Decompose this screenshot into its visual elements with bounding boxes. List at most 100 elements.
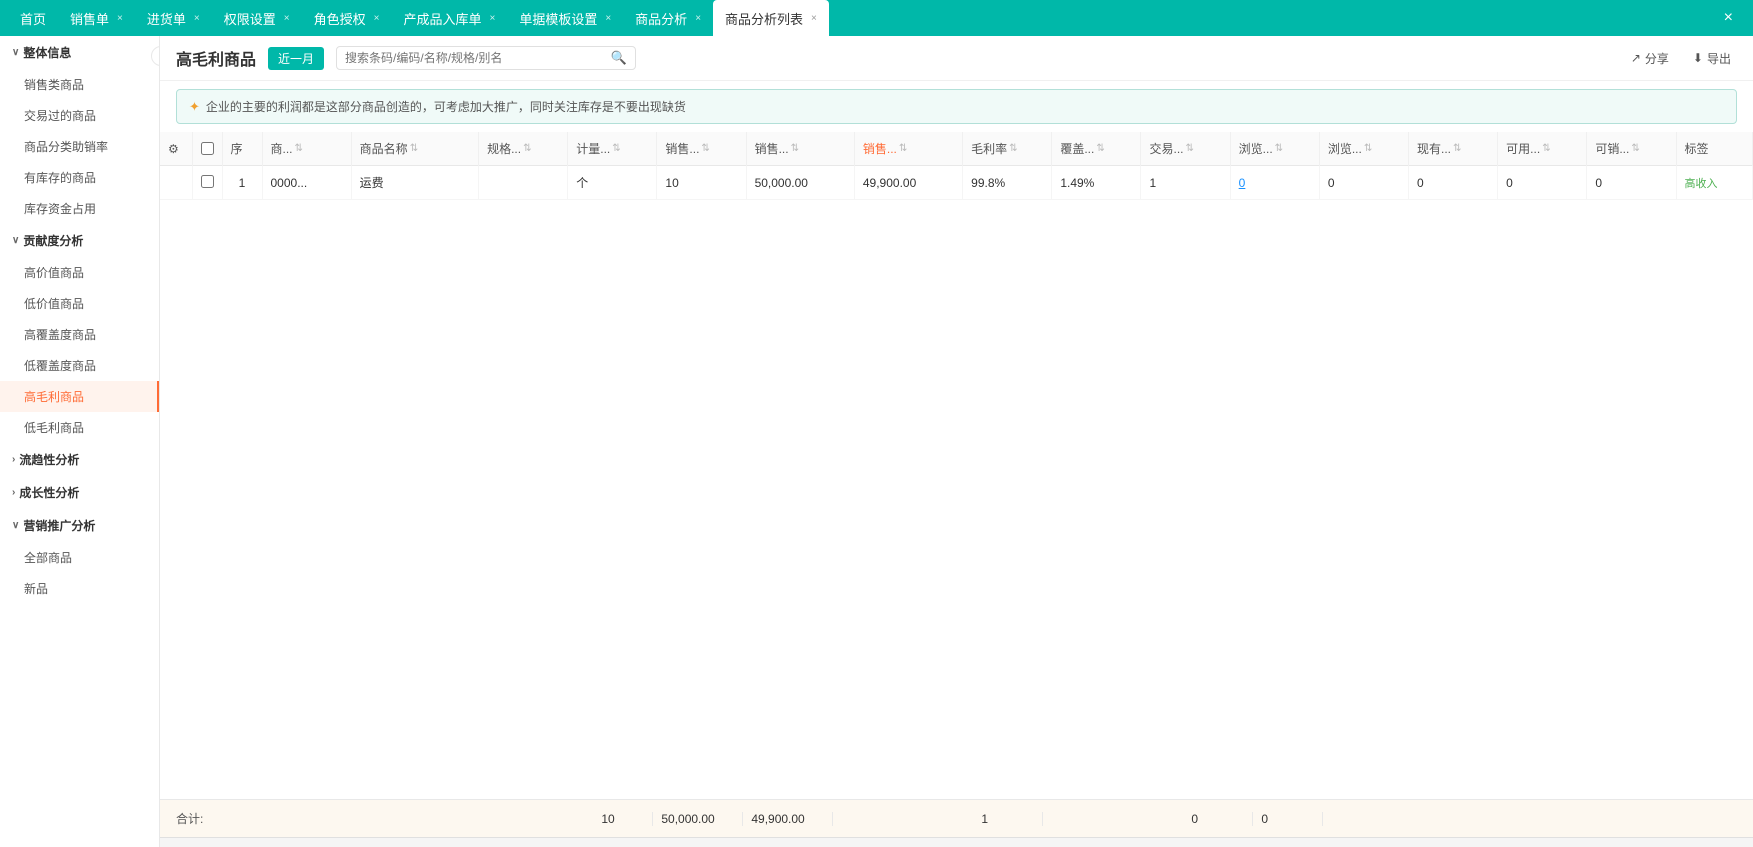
th-stock2[interactable]: 可用... ⇅ — [1498, 132, 1587, 166]
sort-icon-unit: ⇅ — [612, 143, 620, 154]
th-unit[interactable]: 计量... ⇅ — [568, 132, 657, 166]
th-code[interactable]: 商... ⇅ — [262, 132, 351, 166]
sidebar-item-high-coverage[interactable]: 高覆盖度商品 — [0, 319, 159, 350]
td-stock1: 0 — [1409, 166, 1498, 200]
nav-role-auth[interactable]: 角色授权 × — [302, 0, 392, 36]
sidebar-section-marketing[interactable]: ∨ 营销推广分析 — [0, 509, 159, 542]
nav-product-instock[interactable]: 产成品入库单 × — [391, 0, 507, 36]
footer-totals: 合计: 10 50,000.00 49,900.00 1 0 0 — [160, 799, 1753, 837]
th-gross-rate[interactable]: 毛利率 ⇅ — [963, 132, 1052, 166]
export-button[interactable]: ⬇ 导出 — [1687, 47, 1737, 70]
td-code: 0000... — [262, 166, 351, 200]
sort-icon-sales3: ⇅ — [899, 143, 907, 154]
sidebar-item-all-products[interactable]: 全部商品 — [0, 542, 159, 573]
sidebar-section-overall[interactable]: ∨ 整体信息 — [0, 36, 159, 69]
th-sales3[interactable]: 销售... ⇅ — [854, 132, 962, 166]
td-num: 1 — [222, 166, 262, 200]
th-coverage[interactable]: 覆盖... ⇅ — [1052, 132, 1141, 166]
sidebar-item-high-margin[interactable]: 高毛利商品 — [0, 381, 159, 412]
nav-template-settings[interactable]: 单据模板设置 × — [507, 0, 623, 36]
close-template-tab[interactable]: × — [605, 13, 611, 24]
sidebar-section-trend[interactable]: › 流趋性分析 — [0, 443, 159, 476]
nav-product-analysis[interactable]: 商品分析 × — [623, 0, 713, 36]
sidebar-item-low-value[interactable]: 低价值商品 — [0, 288, 159, 319]
section-arrow-overall: ∨ — [12, 47, 19, 58]
sidebar-item-sales-products[interactable]: 销售类商品 — [0, 69, 159, 100]
sort-icon-spec: ⇅ — [523, 143, 531, 154]
nav-home[interactable]: 首页 — [8, 0, 58, 36]
th-checkbox[interactable] — [192, 132, 222, 166]
section-arrow-contribution: ∨ — [12, 235, 19, 246]
sidebar-item-low-margin[interactable]: 低毛利商品 — [0, 412, 159, 443]
sort-icon-sales1: ⇅ — [701, 143, 709, 154]
info-banner: ✦ 企业的主要的利润都是这部分商品创造的，可考虑加大推广，同时关注库存是不要出现… — [176, 89, 1737, 124]
sidebar-item-category-sales-rate[interactable]: 商品分类助销率 — [0, 131, 159, 162]
td-views2: 0 — [1319, 166, 1408, 200]
footer-sales3-val: 49,900.00 — [743, 812, 833, 826]
sidebar-item-high-value[interactable]: 高价值商品 — [0, 257, 159, 288]
th-trades[interactable]: 交易... ⇅ — [1141, 132, 1230, 166]
td-spec — [479, 166, 568, 200]
row-checkbox[interactable] — [201, 175, 214, 188]
sort-icon-stock1: ⇅ — [1453, 143, 1461, 154]
content-area: 高毛利商品 近一月 🔍 ↗ 分享 ⬇ 导出 ✦ 企业的主要的利润都是这部分商品创… — [160, 36, 1753, 847]
th-name[interactable]: 商品名称 ⇅ — [351, 132, 478, 166]
time-filter-button[interactable]: 近一月 — [268, 47, 324, 70]
sidebar-item-new-products[interactable]: 新品 — [0, 573, 159, 604]
share-icon: ↗ — [1631, 51, 1641, 65]
sidebar-section-contribution[interactable]: ∨ 贡献度分析 — [0, 224, 159, 257]
td-checkbox[interactable] — [192, 166, 222, 200]
section-arrow-marketing: ∨ — [12, 520, 19, 531]
th-settings[interactable]: ⚙ — [160, 132, 192, 166]
table-row: 1 0000... 运费 个 10 50,000.00 49,900.00 99… — [160, 166, 1753, 200]
top-navbar: 首页 销售单 × 进货单 × 权限设置 × 角色授权 × 产成品入库单 × 单据… — [0, 0, 1753, 36]
close-product-analysis-tab[interactable]: × — [695, 13, 701, 24]
footer-sales1-val: 10 — [593, 812, 653, 826]
th-num: 序 — [222, 132, 262, 166]
td-settings — [160, 166, 192, 200]
sidebar-item-traded-products[interactable]: 交易过的商品 — [0, 100, 159, 131]
th-sales2[interactable]: 销售... ⇅ — [746, 132, 854, 166]
sidebar-item-stock-funds[interactable]: 库存资金占用 — [0, 193, 159, 224]
close-sales-order-tab[interactable]: × — [117, 13, 123, 24]
close-permission-tab[interactable]: × — [284, 13, 290, 24]
info-icon: ✦ — [189, 99, 200, 115]
close-role-auth-tab[interactable]: × — [374, 13, 380, 24]
search-icon[interactable]: 🔍 — [611, 50, 627, 66]
search-input[interactable] — [345, 51, 607, 65]
table-header-row: ⚙ 序 商... ⇅ — [160, 132, 1753, 166]
td-views1: 0 — [1230, 166, 1319, 200]
th-stock1[interactable]: 现有... ⇅ — [1409, 132, 1498, 166]
sort-icon-coverage: ⇅ — [1096, 143, 1104, 154]
th-sales1[interactable]: 销售... ⇅ — [657, 132, 746, 166]
th-spec[interactable]: 规格... ⇅ — [479, 132, 568, 166]
th-views1[interactable]: 浏览... ⇅ — [1230, 132, 1319, 166]
sort-icon-views1: ⇅ — [1275, 143, 1283, 154]
settings-icon[interactable]: ⚙ — [168, 142, 179, 156]
views1-link[interactable]: 0 — [1239, 176, 1246, 190]
nav-permission-settings[interactable]: 权限设置 × — [212, 0, 302, 36]
td-unit: 个 — [568, 166, 657, 200]
sidebar-item-low-coverage[interactable]: 低覆盖度商品 — [0, 350, 159, 381]
tag-label: 高收入 — [1685, 178, 1718, 190]
horizontal-scrollbar[interactable] — [160, 837, 1753, 847]
close-product-analysis-list-tab[interactable]: × — [811, 13, 817, 24]
sidebar-item-stocked-products[interactable]: 有库存的商品 — [0, 162, 159, 193]
nav-purchase-order[interactable]: 进货单 × — [135, 0, 212, 36]
search-box: 🔍 — [336, 46, 636, 70]
th-stock3[interactable]: 可销... ⇅ — [1587, 132, 1676, 166]
th-views2[interactable]: 浏览... ⇅ — [1319, 132, 1408, 166]
close-product-instock-tab[interactable]: × — [489, 13, 495, 24]
close-purchase-order-tab[interactable]: × — [194, 13, 200, 24]
td-coverage: 1.49% — [1052, 166, 1141, 200]
page-title: 高毛利商品 — [176, 46, 256, 70]
select-all-checkbox[interactable] — [201, 142, 214, 155]
window-close-button[interactable]: × — [1712, 9, 1745, 27]
header-actions: ↗ 分享 ⬇ 导出 — [1625, 47, 1737, 70]
footer-stock1-val: 0 — [1183, 812, 1253, 826]
sidebar-section-growth[interactable]: › 成长性分析 — [0, 476, 159, 509]
nav-product-analysis-list[interactable]: 商品分析列表 × — [713, 0, 829, 36]
share-button[interactable]: ↗ 分享 — [1625, 47, 1675, 70]
nav-sales-order[interactable]: 销售单 × — [58, 0, 135, 36]
footer-label: 合计: — [176, 810, 203, 827]
